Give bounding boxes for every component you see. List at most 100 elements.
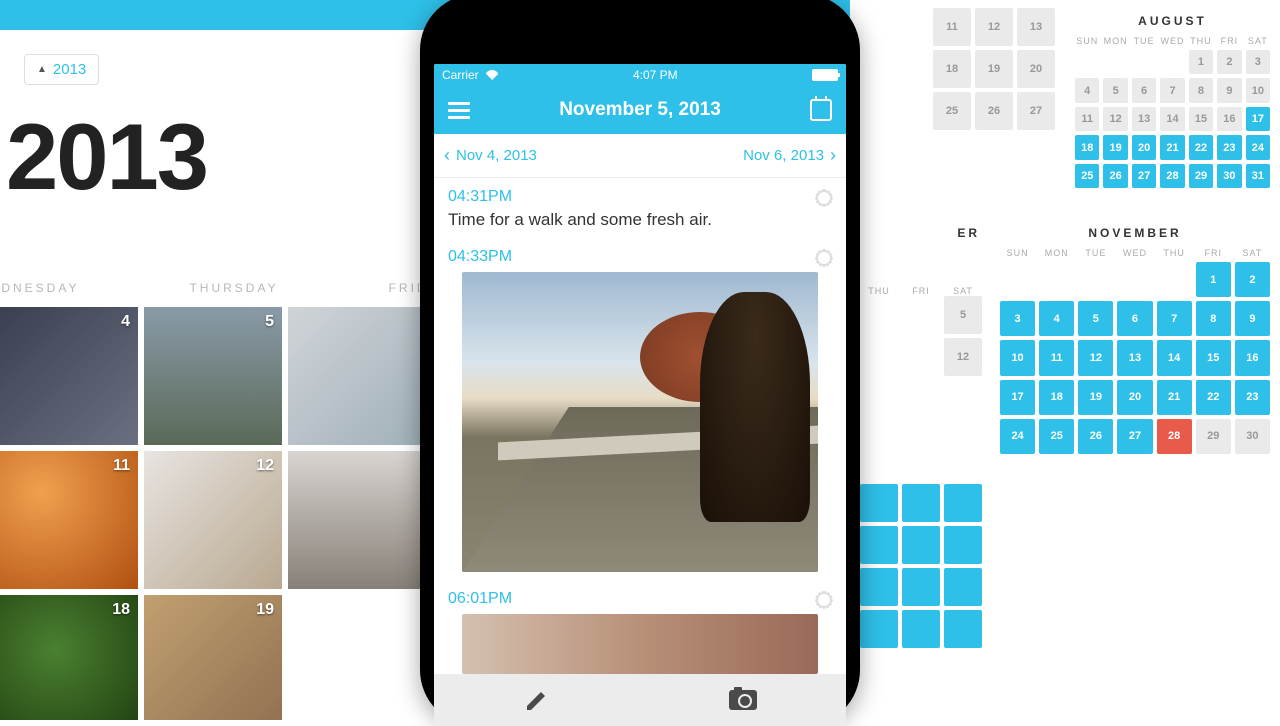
calendar-cell[interactable] [891, 134, 929, 172]
gear-icon[interactable] [816, 250, 832, 266]
calendar-cell[interactable]: 2 [1217, 50, 1241, 74]
calendar-cell[interactable]: 13 [1117, 340, 1152, 375]
next-day-button[interactable]: Nov 6, 2013 › [743, 145, 836, 166]
menu-icon[interactable] [448, 102, 470, 119]
calendar-cell[interactable]: 25 [1075, 164, 1099, 188]
calendar-cell[interactable]: 13 [1132, 107, 1156, 131]
calendar-cell[interactable]: 10 [1246, 78, 1270, 102]
calendar-cell[interactable] [1160, 50, 1184, 74]
calendar-cell[interactable] [891, 92, 929, 130]
calendar-cell[interactable] [1103, 50, 1127, 74]
calendar-cell[interactable]: 8 [1196, 301, 1231, 336]
calendar-cell[interactable] [1157, 262, 1192, 297]
gear-icon[interactable] [816, 592, 832, 608]
calendar-cell[interactable]: 12 [1103, 107, 1127, 131]
calendar-cell[interactable]: 28 [1160, 164, 1184, 188]
calendar-cell[interactable] [1078, 262, 1113, 297]
calendar-cell[interactable]: 14 [1157, 340, 1192, 375]
calendar-cell[interactable] [902, 296, 940, 334]
calendar-cell[interactable]: 20 [1132, 135, 1156, 159]
calendar-cell[interactable]: 14 [1160, 107, 1184, 131]
calendar-cell[interactable]: 5 [1103, 78, 1127, 102]
calendar-cell[interactable]: 4 [1075, 78, 1099, 102]
calendar-cell[interactable]: 2 [1235, 262, 1270, 297]
calendar-cell[interactable]: 26 [975, 92, 1013, 130]
calendar-cell[interactable]: 18 [933, 50, 971, 88]
calendar-cell[interactable] [860, 568, 898, 606]
calendar-cell[interactable] [860, 380, 898, 418]
calendar-cell[interactable]: 5 [944, 296, 982, 334]
calendar-cell[interactable] [891, 50, 929, 88]
calendar-cell[interactable] [860, 338, 898, 376]
calendar-cell[interactable]: 22 [1189, 135, 1213, 159]
calendar-cell[interactable]: 20 [1017, 50, 1055, 88]
calendar-cell[interactable]: 29 [1196, 419, 1231, 454]
calendar-cell[interactable]: 6 [1117, 301, 1152, 336]
calendar-cell[interactable] [944, 568, 982, 606]
calendar-cell[interactable]: 12 [944, 338, 982, 376]
calendar-cell[interactable]: 9 [1217, 78, 1241, 102]
journal-entry[interactable]: 04:31PM Time for a walk and some fresh a… [434, 178, 846, 238]
calendar-cell[interactable] [902, 610, 940, 648]
entry-photo[interactable] [462, 272, 818, 572]
calendar-cell[interactable]: 21 [1160, 135, 1184, 159]
calendar-cell[interactable]: 24 [1000, 419, 1035, 454]
calendar-cell[interactable] [902, 526, 940, 564]
calendar-cell[interactable]: 11 [1075, 107, 1099, 131]
calendar-cell[interactable]: 13 [1017, 8, 1055, 46]
calendar-cell[interactable]: 24 [1246, 135, 1270, 159]
calendar-cell[interactable] [860, 484, 898, 522]
calendar-cell[interactable] [902, 568, 940, 606]
calendar-cell[interactable]: 22 [1196, 380, 1231, 415]
calendar-cell[interactable]: 1 [1196, 262, 1231, 297]
calendar-cell[interactable]: 19 [1078, 380, 1113, 415]
calendar-cell[interactable]: 15 [1196, 340, 1231, 375]
calendar-cell[interactable]: 27 [1017, 92, 1055, 130]
calendar-cell[interactable]: 27 [1132, 164, 1156, 188]
calendar-cell[interactable] [902, 338, 940, 376]
calendar-cell[interactable]: 10 [1000, 340, 1035, 375]
calendar-cell[interactable]: 12 [1078, 340, 1113, 375]
calendar-cell[interactable]: 7 [1160, 78, 1184, 102]
day-thumb[interactable]: 4 [0, 307, 138, 445]
calendar-cell[interactable]: 3 [1246, 50, 1270, 74]
calendar-cell[interactable]: 17 [1000, 380, 1035, 415]
calendar-cell[interactable]: 4 [1039, 301, 1074, 336]
calendar-cell[interactable] [860, 422, 898, 460]
calendar-cell[interactable]: 12 [975, 8, 1013, 46]
calendar-cell[interactable]: 25 [933, 92, 971, 130]
calendar-icon[interactable] [810, 99, 832, 121]
compose-button[interactable] [434, 674, 640, 726]
day-thumb[interactable]: 19 [144, 595, 282, 720]
calendar-cell[interactable]: 23 [1235, 380, 1270, 415]
day-thumb[interactable]: 5 [144, 307, 282, 445]
calendar-cell[interactable]: 28 [1157, 419, 1192, 454]
day-thumb[interactable]: 12 [144, 451, 282, 589]
year-breadcrumb[interactable]: ▲ 2013 [24, 54, 99, 85]
calendar-cell[interactable]: 25 [1039, 419, 1074, 454]
calendar-cell[interactable] [933, 134, 971, 172]
calendar-cell[interactable]: 9 [1235, 301, 1270, 336]
calendar-cell[interactable] [1000, 262, 1035, 297]
calendar-cell[interactable] [860, 296, 898, 334]
calendar-cell[interactable]: 31 [1246, 164, 1270, 188]
calendar-cell[interactable] [1017, 134, 1055, 172]
calendar-cell[interactable]: 30 [1217, 164, 1241, 188]
calendar-cell[interactable]: 16 [1217, 107, 1241, 131]
prev-day-button[interactable]: ‹ Nov 4, 2013 [444, 145, 537, 166]
calendar-cell[interactable] [975, 134, 1013, 172]
calendar-cell[interactable]: 19 [1103, 135, 1127, 159]
calendar-cell[interactable] [944, 484, 982, 522]
calendar-cell[interactable] [1132, 50, 1156, 74]
entry-photo[interactable] [462, 614, 818, 674]
calendar-cell[interactable]: 3 [1000, 301, 1035, 336]
calendar-cell[interactable]: 1 [1189, 50, 1213, 74]
journal-entry[interactable]: 06:01PM [434, 580, 846, 682]
calendar-cell[interactable] [1075, 50, 1099, 74]
calendar-cell[interactable]: 20 [1117, 380, 1152, 415]
calendar-month[interactable]: AUGUST SUNMONTUEWEDTHUFRISAT 12345678910… [1075, 14, 1270, 188]
calendar-cell[interactable]: 11 [1039, 340, 1074, 375]
calendar-cell[interactable] [944, 526, 982, 564]
calendar-cell[interactable] [902, 380, 940, 418]
calendar-cell[interactable] [891, 8, 929, 46]
